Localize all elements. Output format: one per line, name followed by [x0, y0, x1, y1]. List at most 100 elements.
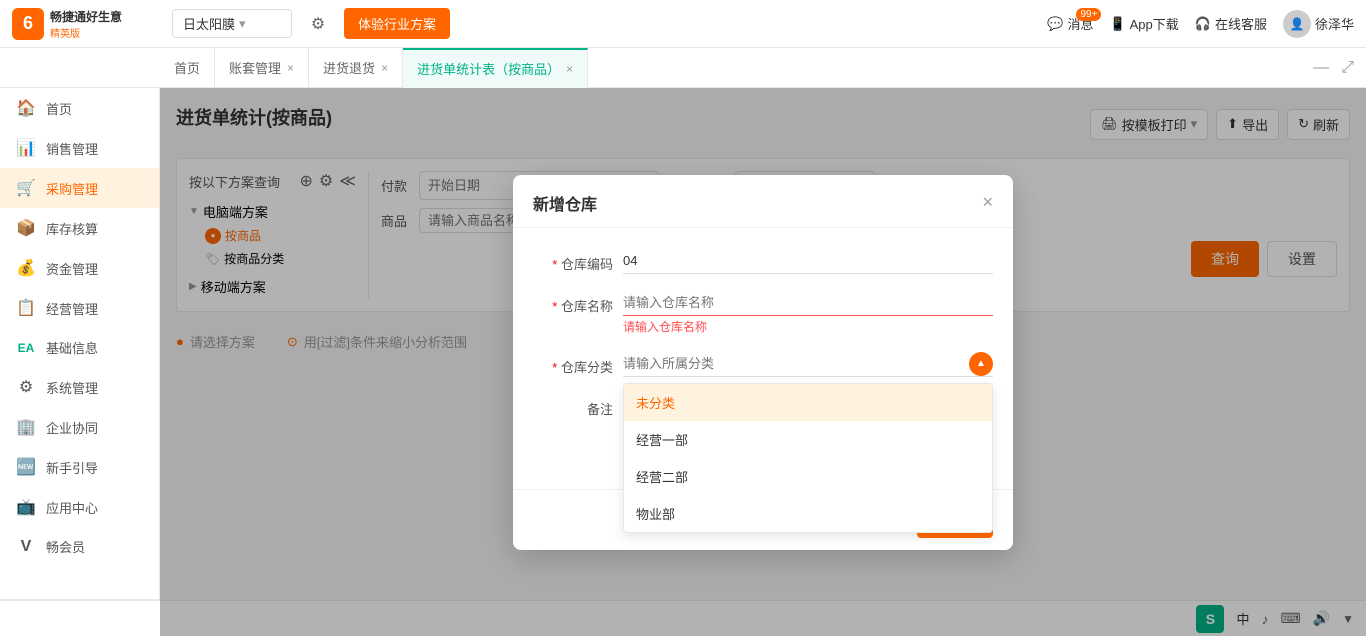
- sidebar-label-basic: 基础信息: [46, 338, 98, 357]
- trial-button[interactable]: 体验行业方案: [344, 8, 450, 39]
- basic-icon: EA: [16, 341, 36, 355]
- name-label-text: 仓库名称: [561, 299, 613, 314]
- logo-area: 6 畅捷通好生意 精英版: [12, 8, 162, 40]
- modal-title: 新增仓库: [533, 191, 597, 215]
- sidebar-label-guide: 新手引导: [46, 458, 98, 477]
- form-row-name: * 仓库名称 请输入仓库名称: [533, 290, 993, 335]
- settings-gear-button[interactable]: ⚙: [302, 8, 334, 40]
- name-label: * 仓库名称: [533, 290, 613, 315]
- note-label-text: 备注: [587, 402, 613, 417]
- store-selector[interactable]: 日太阳膜 ▾: [172, 9, 292, 38]
- sidebar-label-finance: 资金管理: [46, 259, 98, 278]
- chevron-down-icon: ▾: [239, 16, 246, 32]
- sidebar-label-inventory: 库存核算: [46, 219, 98, 238]
- tab-account[interactable]: 账套管理 ×: [215, 48, 309, 88]
- sales-icon: 📊: [16, 138, 36, 158]
- avatar-icon: 👤: [1290, 17, 1305, 31]
- home-icon: 🏠: [16, 98, 36, 118]
- appcenter-icon: 📺: [16, 497, 36, 517]
- customer-service-button[interactable]: 🎧 在线客服: [1195, 14, 1267, 33]
- content-area: 进货单统计(按商品) 🖨 按模板打印 ▾ ⬆ 导出 ↻ 刷新: [160, 88, 1366, 636]
- header-right: 💬 消息 99+ 📱 App下载 🎧 在线客服 👤 徐泽华: [1047, 10, 1354, 38]
- tab-expand-button[interactable]: ⤢: [1337, 55, 1358, 81]
- message-badge: 99+: [1076, 8, 1101, 21]
- sidebar-item-system[interactable]: ⚙ 系统管理: [0, 367, 159, 407]
- tab-minimize-button[interactable]: —: [1309, 55, 1333, 81]
- sidebar-label-sales: 销售管理: [46, 139, 98, 158]
- tab-end-buttons: — ⤢: [1309, 55, 1366, 81]
- dropdown-item-2[interactable]: 经营二部: [624, 458, 992, 495]
- sidebar-item-purchase[interactable]: 🛒 采购管理: [0, 168, 159, 208]
- close-tab-account[interactable]: ×: [287, 61, 294, 75]
- required-star-category: *: [552, 360, 557, 375]
- sidebar-item-finance[interactable]: 💰 资金管理: [0, 248, 159, 288]
- logo-text: 畅捷通好生意: [50, 8, 122, 25]
- required-star-name: *: [552, 299, 557, 314]
- sidebar: 🏠 首页 📊 销售管理 🛒 采购管理 📦 库存核算 💰 资金管理 📋 经营管理 …: [0, 88, 160, 636]
- inventory-icon: 📦: [16, 218, 36, 238]
- modal-overlay: 新增仓库 × * 仓库编码 *: [160, 88, 1366, 636]
- name-input-wrapper: 请输入仓库名称: [623, 290, 993, 335]
- username: 徐泽华: [1315, 14, 1354, 33]
- required-star-code: *: [552, 257, 557, 272]
- close-tab-purchase-stats[interactable]: ×: [566, 62, 573, 76]
- avatar: 👤: [1283, 10, 1311, 38]
- tab-purchase-return-label: 进货退货: [323, 58, 375, 77]
- warehouse-code-input[interactable]: [623, 248, 993, 274]
- tab-purchase-return[interactable]: 进货退货 ×: [309, 48, 403, 88]
- message-button[interactable]: 💬 消息 99+: [1047, 14, 1093, 33]
- vip-icon: V: [16, 538, 36, 556]
- code-label-text: 仓库编码: [561, 257, 613, 272]
- dropdown-item-0[interactable]: 未分类: [624, 384, 992, 421]
- tab-home-label: 首页: [174, 58, 200, 77]
- category-dropdown-toggle[interactable]: ▲: [969, 352, 993, 376]
- category-label-text: 仓库分类: [561, 360, 613, 375]
- message-icon: 💬: [1047, 16, 1063, 32]
- sidebar-label-vip: 畅会员: [46, 537, 85, 556]
- app-download-button[interactable]: 📱 App下载: [1109, 14, 1178, 33]
- close-tab-purchase-return[interactable]: ×: [381, 61, 388, 75]
- warehouse-name-input[interactable]: [623, 290, 993, 316]
- code-label: * 仓库编码: [533, 248, 613, 273]
- logo-icon: 6: [12, 8, 44, 40]
- sidebar-item-basic[interactable]: EA 基础信息: [0, 328, 159, 367]
- tab-bar: 首页 账套管理 × 进货退货 × 进货单统计表（按商品） × — ⤢: [0, 48, 1366, 88]
- new-warehouse-modal: 新增仓库 × * 仓库编码 *: [513, 175, 1013, 550]
- name-error-msg: 请输入仓库名称: [623, 318, 993, 335]
- headset-icon: 🎧: [1195, 16, 1211, 32]
- guide-icon: 🆕: [16, 457, 36, 477]
- sidebar-item-operation[interactable]: 📋 经营管理: [0, 288, 159, 328]
- app-icon: 📱: [1109, 16, 1125, 32]
- logo-text-block: 畅捷通好生意 精英版: [50, 8, 122, 40]
- service-label: 在线客服: [1215, 14, 1267, 33]
- sidebar-label-system: 系统管理: [46, 378, 98, 397]
- modal-close-button[interactable]: ×: [982, 192, 993, 213]
- category-select-wrapper: ▲ 未分类 经营一部 经营二部 物业部: [623, 351, 993, 377]
- system-icon: ⚙: [16, 377, 36, 397]
- tab-account-label: 账套管理: [229, 58, 281, 77]
- sidebar-item-sales[interactable]: 📊 销售管理: [0, 128, 159, 168]
- form-row-code: * 仓库编码: [533, 248, 993, 274]
- sidebar-item-enterprise[interactable]: 🏢 企业协同: [0, 407, 159, 447]
- dropdown-item-3[interactable]: 物业部: [624, 495, 992, 532]
- sidebar-item-guide[interactable]: 🆕 新手引导: [0, 447, 159, 487]
- sidebar-label-purchase: 采购管理: [46, 179, 98, 198]
- modal-header: 新增仓库 ×: [513, 175, 1013, 228]
- sidebar-label-operation: 经营管理: [46, 299, 98, 318]
- category-dropdown-list: 未分类 经营一部 经营二部 物业部: [623, 383, 993, 533]
- sidebar-item-appcenter[interactable]: 📺 应用中心: [0, 487, 159, 527]
- logo-badge: 精英版: [50, 25, 122, 40]
- form-row-category: * 仓库分类 ▲ 未分类 经营一部 经营二部 物业部: [533, 351, 993, 377]
- sidebar-item-home[interactable]: 🏠 首页: [0, 88, 159, 128]
- sidebar-item-vip[interactable]: V 畅会员: [0, 527, 159, 566]
- tab-home[interactable]: 首页: [160, 48, 215, 88]
- sidebar-label-appcenter: 应用中心: [46, 498, 98, 517]
- sidebar-item-inventory[interactable]: 📦 库存核算: [0, 208, 159, 248]
- tab-purchase-stats[interactable]: 进货单统计表（按商品） ×: [403, 48, 588, 88]
- sidebar-label-home: 首页: [46, 99, 72, 118]
- user-profile-button[interactable]: 👤 徐泽华: [1283, 10, 1354, 38]
- category-input[interactable]: [623, 351, 993, 377]
- main-layout: 🏠 首页 📊 销售管理 🛒 采购管理 📦 库存核算 💰 资金管理 📋 经营管理 …: [0, 88, 1366, 636]
- dropdown-item-1[interactable]: 经营一部: [624, 421, 992, 458]
- app-label: App下载: [1130, 14, 1179, 33]
